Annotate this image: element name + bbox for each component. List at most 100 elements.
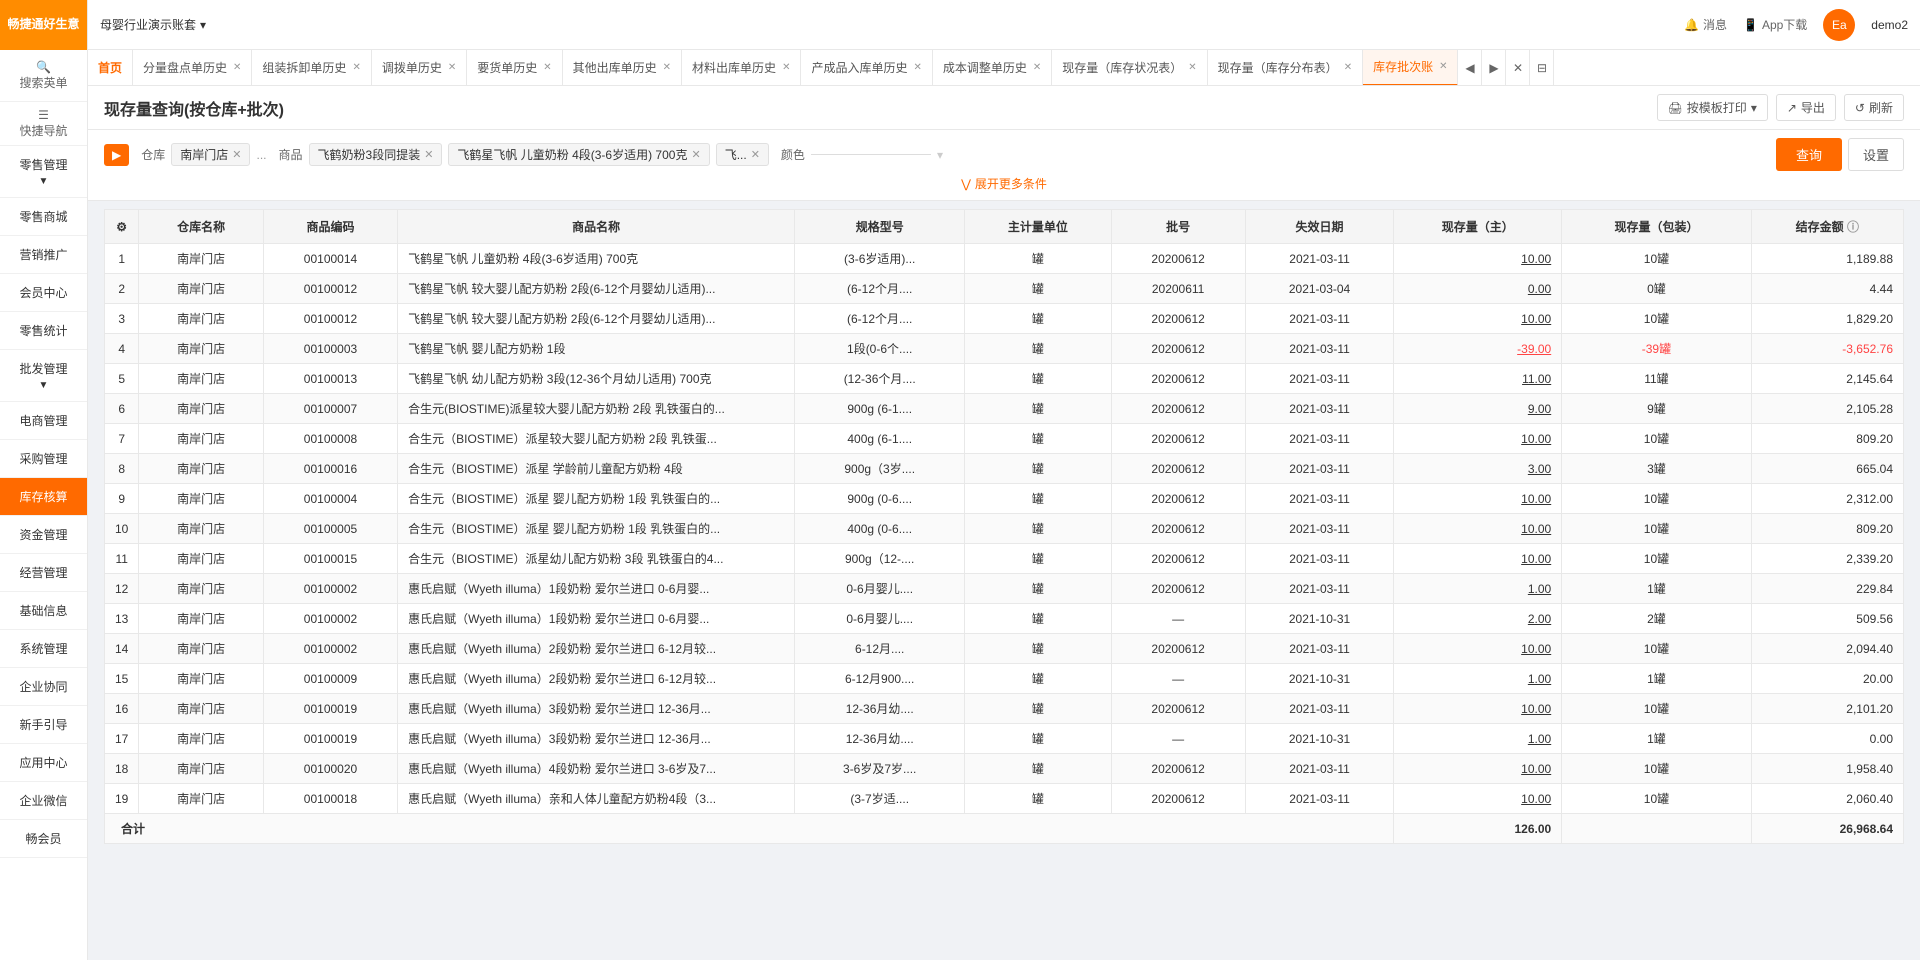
sidebar-item-wholesale[interactable]: 批发管理 ▼	[0, 350, 87, 402]
close-icon[interactable]: ✕	[543, 62, 551, 73]
sidebar-item-system[interactable]: 系统管理	[0, 630, 87, 668]
row-qty-main[interactable]: 10.00	[1394, 304, 1562, 334]
close-icon[interactable]: ✕	[232, 148, 241, 161]
close-icon[interactable]: ✕	[352, 62, 360, 73]
sidebar-item-finance[interactable]: 资金管理	[0, 516, 87, 554]
row-qty-main[interactable]: 10.00	[1394, 754, 1562, 784]
sidebar-item-inventory[interactable]: 库存核算	[0, 478, 87, 516]
filter-expand-btn[interactable]: ▶	[104, 144, 129, 166]
row-amount: 2,145.64	[1751, 364, 1903, 394]
sidebar-item-label: 新手引导	[4, 716, 83, 733]
row-qty-main[interactable]: 10.00	[1394, 634, 1562, 664]
close-icon[interactable]: ✕	[751, 148, 760, 161]
query-button[interactable]: 查询	[1776, 138, 1842, 171]
tab-home[interactable]: 首页	[88, 50, 133, 86]
product-tag-3[interactable]: 飞... ✕	[716, 143, 769, 166]
sidebar-item-retail-stats[interactable]: 零售统计	[0, 312, 87, 350]
tab-prev-btn[interactable]: ◀	[1458, 50, 1482, 86]
user-avatar[interactable]: Ea	[1823, 9, 1855, 41]
row-amount: 509.56	[1751, 604, 1903, 634]
expand-conditions[interactable]: ⋁ 展开更多条件	[104, 175, 1904, 192]
table-row: 16 南岸门店 00100019 惠氏启赋（Wyeth illuma）3段奶粉 …	[105, 694, 1904, 724]
close-icon[interactable]: ✕	[448, 62, 456, 73]
sidebar-item-basic[interactable]: 基础信息	[0, 592, 87, 630]
product-tag-1[interactable]: 飞鹤奶粉3段同提装 ✕	[309, 143, 443, 166]
row-qty-main[interactable]: 1.00	[1394, 724, 1562, 754]
col-settings[interactable]: ⚙	[105, 210, 139, 244]
row-qty-pkg: 10罐	[1562, 754, 1751, 784]
warehouse-tag[interactable]: 南岸门店 ✕	[171, 143, 250, 166]
sidebar-item-operations[interactable]: 经营管理	[0, 554, 87, 592]
close-icon[interactable]: ✕	[1033, 62, 1041, 73]
row-qty-main[interactable]: 11.00	[1394, 364, 1562, 394]
close-icon[interactable]: ✕	[663, 62, 671, 73]
row-qty-main[interactable]: 1.00	[1394, 574, 1562, 604]
row-qty-main[interactable]: -39.00	[1394, 334, 1562, 364]
row-qty-pkg: 10罐	[1562, 244, 1751, 274]
filter-more[interactable]: ...	[256, 148, 266, 162]
row-qty-main[interactable]: 10.00	[1394, 544, 1562, 574]
message-button[interactable]: 🔔 消息	[1684, 16, 1727, 33]
refresh-button[interactable]: ↺ 刷新	[1844, 94, 1904, 121]
sidebar-item-member2[interactable]: 畅会员	[0, 820, 87, 858]
tab-stock-dist[interactable]: 现存量（库存分布表） ✕	[1208, 50, 1363, 86]
sidebar-item-purchase[interactable]: 采购管理	[0, 440, 87, 478]
tab-stock-status[interactable]: 现存量（库存状况表） ✕	[1052, 50, 1207, 86]
row-qty-main[interactable]: 0.00	[1394, 274, 1562, 304]
tab-assemble[interactable]: 组装拆卸单历史 ✕	[252, 50, 371, 86]
close-icon[interactable]: ✕	[1344, 62, 1352, 73]
tab-close-btn[interactable]: ✕	[1506, 50, 1530, 86]
app-download-button[interactable]: 📱 App下载	[1743, 16, 1807, 33]
sidebar-item-label: 零售统计	[4, 322, 83, 339]
row-qty-main[interactable]: 10.00	[1394, 514, 1562, 544]
tab-transfer[interactable]: 调拨单历史 ✕	[372, 50, 467, 86]
tab-material-out[interactable]: 材料出库单历史 ✕	[682, 50, 801, 86]
close-icon[interactable]: ✕	[424, 148, 433, 161]
row-qty-main[interactable]: 10.00	[1394, 694, 1562, 724]
tab-batch-ledger[interactable]: 库存批次账 ✕	[1363, 50, 1458, 86]
sidebar-item-corp[interactable]: 企业协同	[0, 668, 87, 706]
tab-next-btn[interactable]: ▶	[1482, 50, 1506, 86]
row-qty-main[interactable]: 9.00	[1394, 394, 1562, 424]
table-header-row: ⚙ 仓库名称 商品编码 商品名称 规格型号 主计量单位 批号 失效日期 现存量（…	[105, 210, 1904, 244]
row-qty-main[interactable]: 2.00	[1394, 604, 1562, 634]
sidebar-item-retail-shop[interactable]: 零售商城	[0, 198, 87, 236]
sidebar-item-member[interactable]: 会员中心	[0, 274, 87, 312]
chevron-down-icon: ⋁	[961, 177, 971, 191]
close-icon[interactable]: ✕	[1439, 61, 1447, 72]
sidebar-item-label: 零售管理	[4, 156, 83, 173]
tab-inventory-count[interactable]: 分量盘点单历史 ✕	[133, 50, 252, 86]
quick-nav[interactable]: ☰ 快捷导航	[0, 102, 87, 146]
export-button[interactable]: ↗ 导出	[1776, 94, 1836, 121]
tab-other-out[interactable]: 其他出库单历史 ✕	[563, 50, 682, 86]
tab-cost-adjust[interactable]: 成本调整单历史 ✕	[933, 50, 1052, 86]
setting-button[interactable]: 设置	[1848, 138, 1904, 171]
close-icon[interactable]: ✕	[691, 148, 700, 161]
close-icon[interactable]: ✕	[233, 62, 241, 73]
close-icon[interactable]: ✕	[913, 62, 921, 73]
close-icon[interactable]: ✕	[782, 62, 790, 73]
row-qty-main[interactable]: 1.00	[1394, 664, 1562, 694]
row-qty-main[interactable]: 10.00	[1394, 784, 1562, 814]
sidebar-item-retail[interactable]: 零售管理 ▼	[0, 146, 87, 198]
row-qty-main[interactable]: 10.00	[1394, 244, 1562, 274]
sidebar-item-guide[interactable]: 新手引导	[0, 706, 87, 744]
row-qty-main[interactable]: 10.00	[1394, 424, 1562, 454]
tab-product-in[interactable]: 产成品入库单历史 ✕	[801, 50, 932, 86]
sidebar-item-ecommerce[interactable]: 电商管理	[0, 402, 87, 440]
row-code: 00100012	[263, 304, 397, 334]
row-qty-main[interactable]: 10.00	[1394, 484, 1562, 514]
company-selector[interactable]: 母婴行业演示账套 ▾	[100, 16, 206, 33]
sidebar-item-wechat[interactable]: 企业微信	[0, 782, 87, 820]
sidebar-item-marketing[interactable]: 营销推广	[0, 236, 87, 274]
row-expire: 2021-03-11	[1245, 364, 1394, 394]
row-batch: —	[1111, 664, 1245, 694]
sidebar-item-apps[interactable]: 应用中心	[0, 744, 87, 782]
tab-order[interactable]: 要货单历史 ✕	[467, 50, 562, 86]
row-qty-main[interactable]: 3.00	[1394, 454, 1562, 484]
close-icon[interactable]: ✕	[1188, 62, 1196, 73]
print-button[interactable]: 🖨 按模板打印 ▾	[1657, 94, 1768, 121]
product-tag-2[interactable]: 飞鹤星飞帆 儿童奶粉 4段(3-6岁适用) 700克 ✕	[448, 143, 709, 166]
sidebar-search[interactable]: 🔍 搜索英单	[0, 50, 87, 102]
tab-menu-btn[interactable]: ⊟	[1530, 50, 1554, 86]
